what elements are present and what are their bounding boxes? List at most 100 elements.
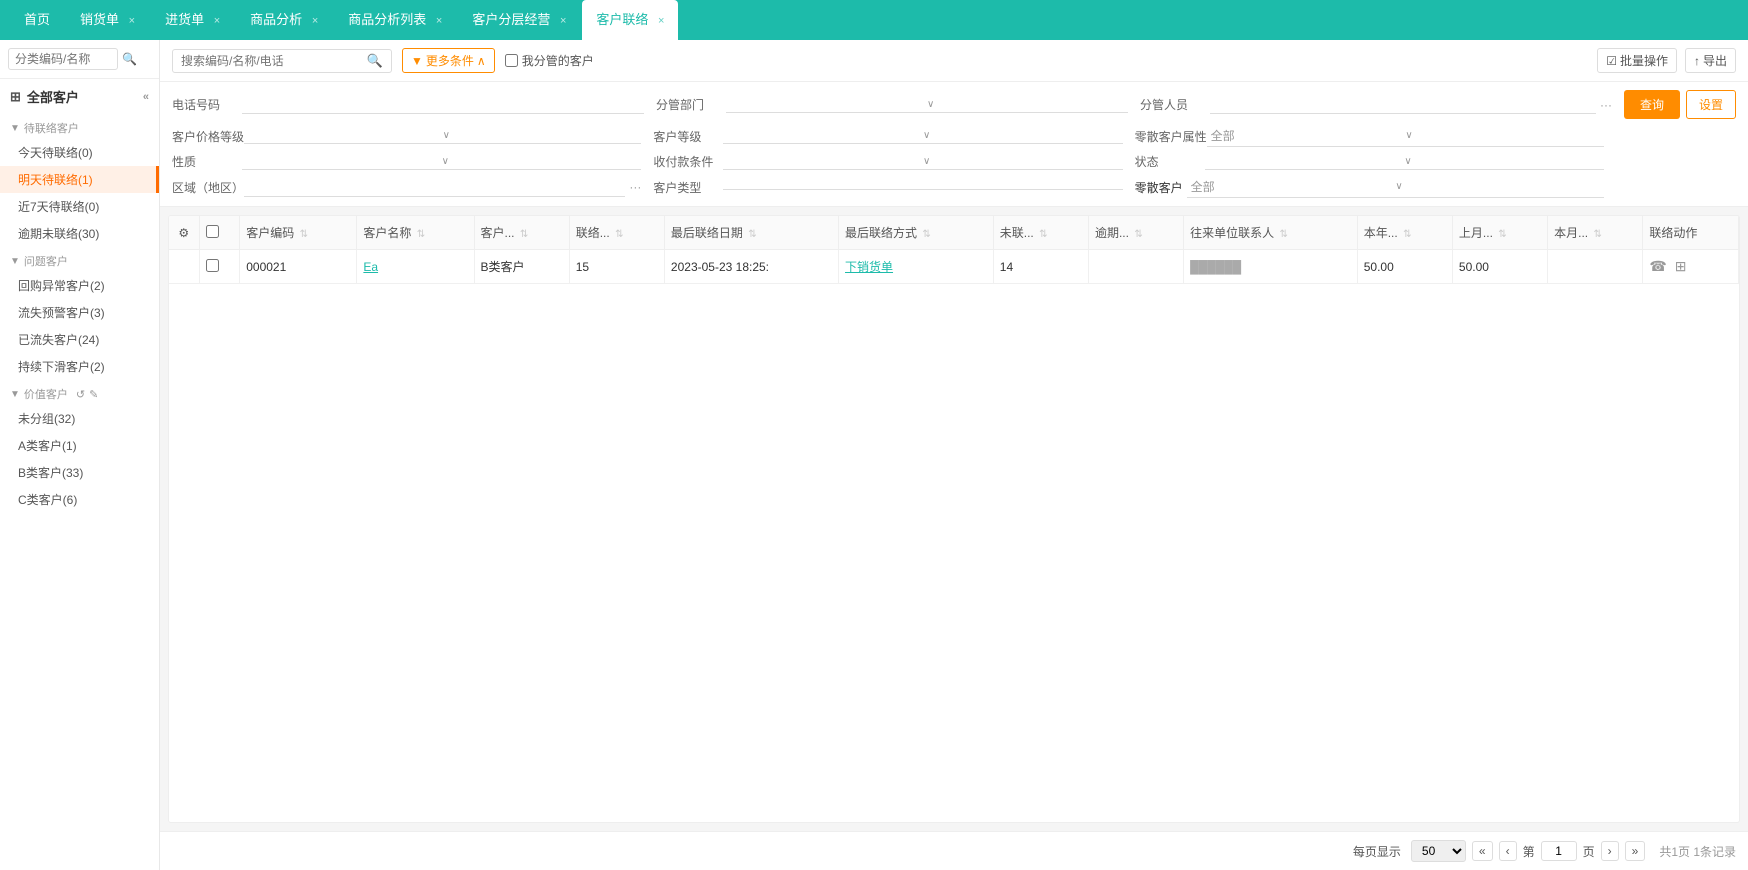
sort-contact[interactable]: ⇅	[615, 229, 623, 240]
sidebar-churned[interactable]: 已流失客户(24)	[0, 326, 159, 353]
search-input[interactable]	[181, 54, 367, 68]
pending-arrow: ▼	[10, 123, 20, 134]
nav-product-analysis-list[interactable]: 商品分析列表 ×	[334, 0, 456, 40]
sort-overdue[interactable]: ⇅	[1134, 229, 1142, 240]
edit-icon[interactable]: ✎	[89, 388, 98, 401]
th-this-month: 本月... ⇅	[1548, 216, 1643, 250]
sort-unit-contact[interactable]: ⇅	[1280, 229, 1288, 240]
batch-operation-btn[interactable]: ☑ 批量操作	[1597, 48, 1677, 73]
manager-dots[interactable]: ···	[1600, 98, 1612, 112]
td-gear	[169, 250, 199, 284]
sidebar-overdue-pending[interactable]: 逾期未联络(30)	[0, 220, 159, 247]
td-no-contact: 14	[993, 250, 1088, 284]
sidebar-declining[interactable]: 持续下滑客户(2)	[0, 353, 159, 380]
nav-product-analysis[interactable]: 商品分析 ×	[236, 0, 332, 40]
export-btn[interactable]: ↑ 导出	[1685, 48, 1736, 73]
sidebar-class-a[interactable]: A类客户(1)	[0, 432, 159, 459]
first-page-btn[interactable]: «	[1472, 841, 1493, 861]
sort-last-way[interactable]: ⇅	[922, 229, 930, 240]
filter-action-btns: 查询 设置	[1624, 90, 1736, 119]
refresh-icon[interactable]: ↺	[76, 388, 85, 401]
region-input[interactable]	[244, 178, 625, 197]
td-unit-contact: ██████	[1184, 250, 1358, 284]
th-contact: 联络... ⇅	[569, 216, 664, 250]
sidebar-class-c[interactable]: C类客户(6)	[0, 486, 159, 513]
page-size-select[interactable]: 50 20 100	[1411, 840, 1466, 862]
sidebar-class-b[interactable]: B类客户(33)	[0, 459, 159, 486]
customer-level-select[interactable]: ∨	[244, 128, 641, 144]
last-page-btn[interactable]: »	[1625, 841, 1646, 861]
sidebar-today-pending[interactable]: 今天待联络(0)	[0, 139, 159, 166]
nav-close-purchase[interactable]: ×	[214, 15, 220, 27]
select-all-checkbox[interactable]	[206, 225, 219, 238]
filter-retail-attr: 零散客户属性 全部 ∨	[1135, 125, 1604, 147]
nav-close-layered[interactable]: ×	[560, 15, 566, 27]
region-dots[interactable]: ···	[629, 180, 641, 194]
row-checkbox[interactable]	[206, 259, 219, 272]
sort-this-month[interactable]: ⇅	[1593, 229, 1601, 240]
customer-grade-select[interactable]: ∨	[723, 128, 1122, 144]
retail-customer-select[interactable]: 全部 ∨	[1187, 176, 1604, 198]
nav-close-product-list[interactable]: ×	[436, 15, 442, 27]
phone-input[interactable]	[242, 95, 644, 114]
nav-home[interactable]: 首页	[10, 0, 64, 40]
nav-close-product[interactable]: ×	[312, 15, 318, 27]
sort-no-contact[interactable]: ⇅	[1039, 229, 1047, 240]
sort-type[interactable]: ⇅	[520, 229, 528, 240]
gender-select[interactable]: ∨	[242, 154, 641, 170]
gear-icon[interactable]: ⚙	[178, 226, 189, 240]
td-this-year: 50.00	[1357, 250, 1452, 284]
table-row: 000021 Ea B类客户 15 2023-05-23 18:25:	[169, 250, 1739, 284]
phone-action-icon[interactable]: ☎	[1649, 258, 1666, 275]
grade-caret: ∨	[923, 130, 1119, 141]
nav-purchase-order[interactable]: 进货单 ×	[151, 0, 234, 40]
sidebar-all-customers[interactable]: ⊞ 全部客户 «	[0, 79, 159, 114]
td-last-date: 2023-05-23 18:25:	[664, 250, 838, 284]
filter-customer-level: 客户价格等级 ∨	[172, 128, 641, 145]
settings-btn[interactable]: 设置	[1686, 90, 1736, 119]
sidebar-churn-warning[interactable]: 流失预警客户(3)	[0, 299, 159, 326]
nav-close-contact[interactable]: ×	[658, 15, 664, 27]
sort-last-date[interactable]: ⇅	[748, 229, 756, 240]
sidebar-ungrouped[interactable]: 未分组(32)	[0, 405, 159, 432]
value-section-title: ▼ 价值客户 ↺ ✎	[0, 380, 159, 405]
payment-select[interactable]: ∨	[723, 154, 1122, 170]
query-btn[interactable]: 查询	[1624, 90, 1680, 119]
sidebar-search-icon[interactable]: 🔍	[122, 52, 137, 66]
sort-name[interactable]: ⇅	[417, 229, 425, 240]
nav-sales-order[interactable]: 销货单 ×	[66, 0, 149, 40]
td-last-month: 50.00	[1452, 250, 1547, 284]
dept-select[interactable]: ∨	[726, 97, 1128, 113]
sort-code[interactable]: ⇅	[300, 229, 308, 240]
search-input-wrap: 🔍	[172, 49, 392, 73]
retail-attr-select[interactable]: 全部 ∨	[1207, 125, 1604, 147]
th-type: 客户... ⇅	[474, 216, 569, 250]
payment-caret: ∨	[923, 156, 1119, 167]
more-filter-btn[interactable]: ▼ 更多条件 ∧	[402, 48, 495, 73]
my-customers-checkbox[interactable]	[505, 54, 518, 67]
sort-this-year[interactable]: ⇅	[1403, 229, 1411, 240]
my-customers-filter[interactable]: 我分管的客户	[505, 52, 594, 69]
grid-icon: ⊞	[10, 89, 21, 105]
sidebar-repurchase-abnormal[interactable]: 回购异常客户(2)	[0, 272, 159, 299]
search-icon[interactable]: 🔍	[367, 53, 383, 69]
th-this-year: 本年... ⇅	[1357, 216, 1452, 250]
page-input[interactable]	[1541, 841, 1577, 861]
next-page-btn[interactable]: ›	[1601, 841, 1619, 861]
sidebar-search-input[interactable]	[8, 48, 118, 70]
sidebar-7days-pending[interactable]: 近7天待联络(0)	[0, 193, 159, 220]
customer-table: ⚙ 客户编码 ⇅ 客户名称 ⇅	[169, 216, 1739, 284]
customer-type-select[interactable]	[723, 185, 1122, 190]
nav-customer-contact[interactable]: 客户联络 ×	[582, 0, 678, 40]
td-type: B类客户	[474, 250, 569, 284]
sidebar-tomorrow-pending[interactable]: 明天待联络(1)	[0, 166, 159, 193]
manager-input[interactable]	[1210, 95, 1596, 114]
prev-page-btn[interactable]: ‹	[1499, 841, 1517, 861]
sort-last-month[interactable]: ⇅	[1498, 229, 1506, 240]
grid-action-icon[interactable]: ⊞	[1675, 258, 1687, 275]
gender-caret: ∨	[442, 156, 638, 167]
collapse-icon[interactable]: «	[143, 91, 149, 103]
nav-close-sales[interactable]: ×	[129, 15, 135, 27]
nav-customer-layered[interactable]: 客户分层经营 ×	[458, 0, 580, 40]
status-select[interactable]: ∨	[1205, 154, 1604, 170]
